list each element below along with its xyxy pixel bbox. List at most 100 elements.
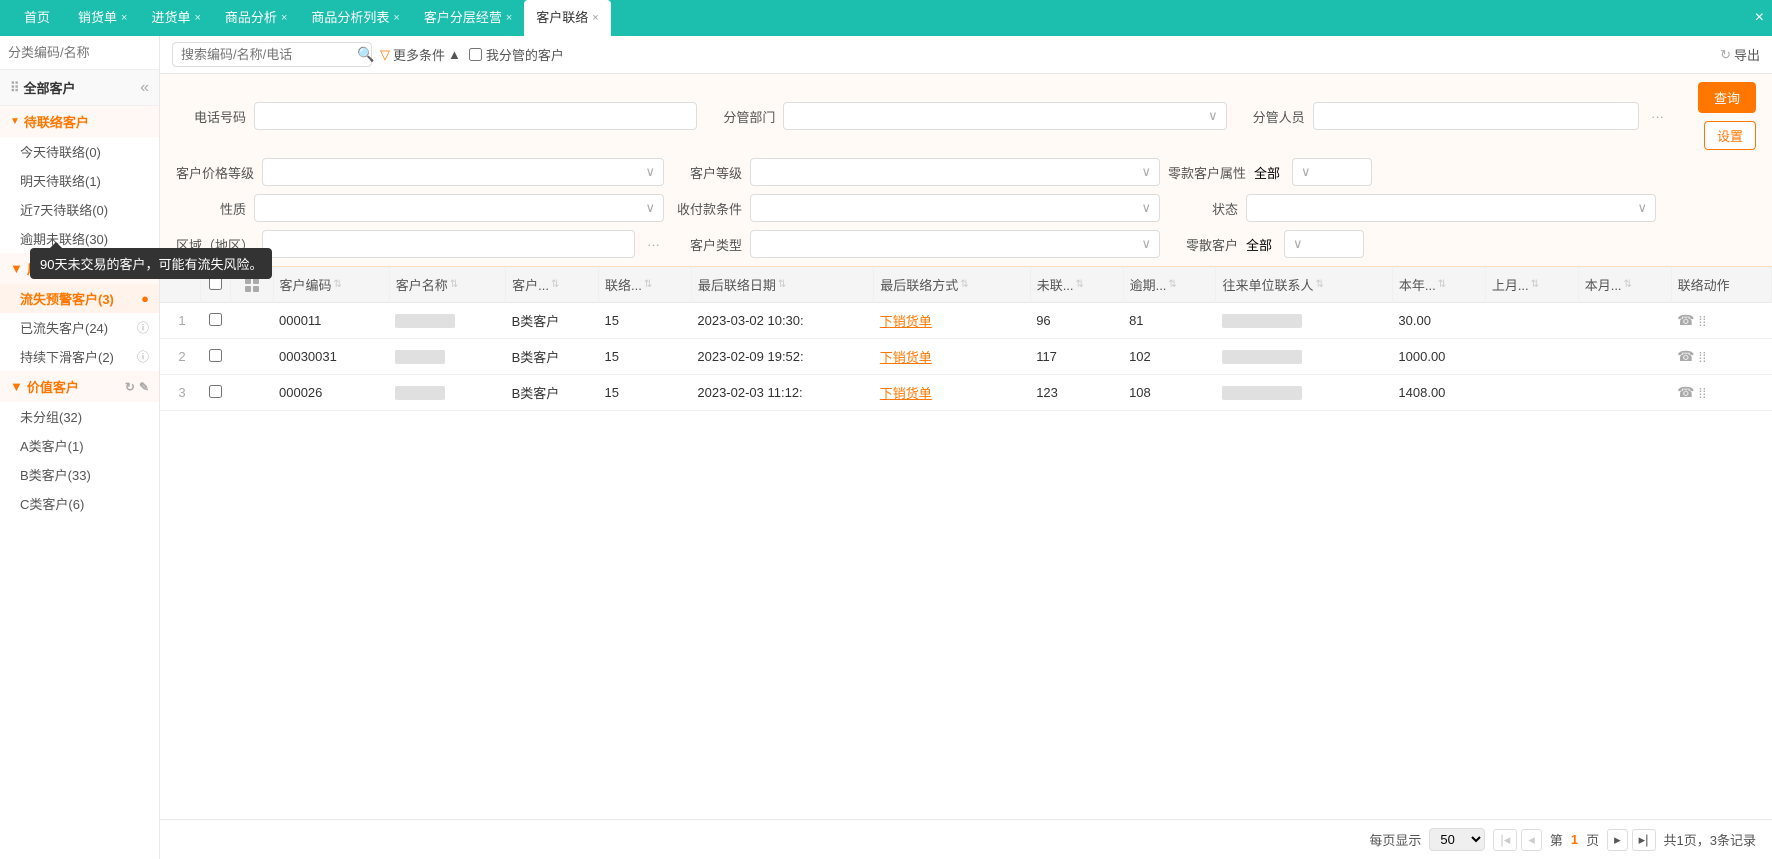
filter-dept-select[interactable]: ∨ [783, 102, 1226, 130]
tab-customer-tier[interactable]: 客户分层经营 × [412, 0, 524, 36]
row2-more-icon[interactable]: ⁞⁞ [1699, 349, 1707, 365]
row3-contact-icon[interactable]: ☎ [1677, 384, 1694, 401]
table-settings-icon[interactable] [245, 278, 259, 292]
th-this-month-sort[interactable]: 本月... ⇅ [1585, 275, 1665, 294]
filter-manager-more[interactable]: ··· [1647, 109, 1668, 124]
tab-purchase-close[interactable]: × [194, 0, 200, 36]
th-unit-contact-sort[interactable]: 往来单位联系人 ⇅ [1222, 275, 1385, 294]
sidebar-item-class-a[interactable]: A类客户(1) [0, 431, 159, 460]
filter-retail-customer-select[interactable]: ∨ [1284, 230, 1364, 258]
sidebar-all-customers-header[interactable]: ⠿ 全部客户 « [0, 70, 159, 106]
filter-nature-select[interactable]: ∨ [254, 194, 664, 222]
search-button-icon[interactable]: 🔍 [357, 46, 374, 63]
my-customers-check[interactable] [469, 48, 482, 61]
footer-last-page[interactable]: ▸| [1632, 829, 1656, 851]
th-contact-sort-icon[interactable]: ⇅ [644, 279, 652, 290]
th-contact-sort[interactable]: 联络... ⇅ [605, 275, 685, 294]
th-overdue-sort[interactable]: 逾期... ⇅ [1130, 275, 1210, 294]
more-conditions-button[interactable]: ▽ 更多条件 ▲ [380, 45, 461, 64]
row3-checkbox[interactable] [209, 385, 222, 398]
tab-product-analysis[interactable]: 商品分析 × [213, 0, 299, 36]
th-type-sort[interactable]: 客户... ⇅ [512, 275, 592, 294]
sidebar-item-tomorrow[interactable]: 明天待联络(1) [0, 166, 159, 195]
filter-price-level-select[interactable]: ∨ [262, 158, 664, 186]
filter-region-select[interactable] [262, 230, 635, 258]
settings-button[interactable]: 设置 [1704, 121, 1756, 150]
th-no-contact-sort-icon[interactable]: ⇅ [1076, 279, 1084, 290]
tab-product-analysis-close[interactable]: × [281, 0, 287, 36]
tab-customer-contact[interactable]: 客户联络 × [524, 0, 610, 36]
th-last-date-sort-icon[interactable]: ⇅ [778, 279, 786, 290]
row2-checkbox[interactable] [209, 349, 222, 362]
th-this-month-sort-icon[interactable]: ⇅ [1624, 279, 1632, 290]
row1-last-method[interactable]: 下销货单 [874, 303, 1030, 339]
sidebar-item-class-b[interactable]: B类客户(33) [0, 460, 159, 489]
tab-customer-tier-close[interactable]: × [506, 0, 512, 36]
footer-first-page[interactable]: |◂ [1493, 829, 1517, 851]
row1-last-method-link[interactable]: 下销货单 [880, 314, 932, 329]
th-no-contact-sort[interactable]: 未联... ⇅ [1037, 275, 1117, 294]
sidebar-search-input[interactable] [8, 45, 160, 60]
sidebar-collapse-icon[interactable]: « [140, 79, 149, 97]
settings-icon-area[interactable] [237, 278, 267, 292]
row1-checkbox[interactable] [209, 313, 222, 326]
th-last-month-sort-icon[interactable]: ⇅ [1531, 279, 1539, 290]
filter-payment-select[interactable]: ∨ [750, 194, 1160, 222]
row3-last-method-link[interactable]: 下销货单 [880, 386, 932, 401]
tab-sales-close[interactable]: × [121, 0, 127, 36]
row3-last-method[interactable]: 下销货单 [874, 375, 1030, 411]
filter-customer-level-select[interactable]: ∨ [750, 158, 1160, 186]
footer-per-page-select[interactable]: 50 100 200 [1429, 828, 1485, 851]
th-code-sort-icon[interactable]: ⇅ [334, 279, 342, 290]
filter-customer-type-select[interactable]: ∨ [750, 230, 1160, 258]
filter-region-more[interactable]: ··· [643, 237, 664, 252]
sidebar-item-today[interactable]: 今天待联络(0) [0, 137, 159, 166]
sidebar-item-class-c[interactable]: C类客户(6) [0, 489, 159, 518]
row1-contact-icon[interactable]: ☎ [1677, 312, 1694, 329]
footer-next-page[interactable]: ▸ [1607, 829, 1628, 851]
th-code-sort[interactable]: 客户编码 ⇅ [280, 275, 383, 294]
th-this-year-sort-icon[interactable]: ⇅ [1438, 279, 1446, 290]
th-name-sort[interactable]: 客户名称 ⇅ [396, 275, 499, 294]
filter-phone-input[interactable] [254, 102, 697, 130]
tab-product-analysis-list[interactable]: 商品分析列表 × [299, 0, 411, 36]
row1-more-icon[interactable]: ⁞⁞ [1699, 313, 1707, 329]
row2-last-method[interactable]: 下销货单 [874, 339, 1030, 375]
tab-customer-contact-close[interactable]: × [592, 0, 598, 36]
export-button[interactable]: ↻ 导出 [1720, 45, 1760, 64]
edit-icon[interactable]: ✎ [139, 380, 149, 394]
th-name-sort-icon[interactable]: ⇅ [450, 279, 458, 290]
tab-product-analysis-list-close[interactable]: × [393, 0, 399, 36]
pending-group-header[interactable]: ▼ 待联络客户 [0, 106, 159, 137]
th-type-sort-icon[interactable]: ⇅ [551, 279, 559, 290]
sidebar-item-ungrouped[interactable]: 未分组(32) [0, 402, 159, 431]
filter-status-select[interactable]: ∨ [1246, 194, 1656, 222]
sidebar-item-risk-warning[interactable]: 流失预警客户(3) ● [0, 284, 159, 313]
tab-sales[interactable]: 销货单 × [66, 0, 139, 36]
query-button[interactable]: 查询 [1698, 82, 1756, 113]
tab-purchase[interactable]: 进货单 × [139, 0, 212, 36]
search-input[interactable] [181, 47, 357, 62]
value-group-header[interactable]: ▼ 价值客户 ↻ ✎ [0, 371, 159, 402]
footer-prev-page[interactable]: ◂ [1521, 829, 1542, 851]
th-last-method-sort[interactable]: 最后联络方式 ⇅ [880, 275, 1023, 294]
th-this-year-sort[interactable]: 本年... ⇅ [1399, 275, 1479, 294]
tab-home[interactable]: 首页 [8, 0, 66, 36]
filter-retail-attr-select[interactable]: ∨ [1292, 158, 1372, 186]
th-overdue-sort-icon[interactable]: ⇅ [1168, 279, 1176, 290]
row3-more-icon[interactable]: ⁞⁞ [1699, 385, 1707, 401]
sidebar-item-declining[interactable]: 持续下滑客户(2) ⓘ [0, 342, 159, 371]
window-close-icon[interactable]: × [1755, 9, 1764, 27]
sidebar-item-lost[interactable]: 已流失客户(24) ⓘ [0, 313, 159, 342]
filter-manager-select[interactable] [1313, 102, 1639, 130]
th-last-date-sort[interactable]: 最后联络日期 ⇅ [698, 275, 867, 294]
th-last-method-sort-icon[interactable]: ⇅ [960, 279, 968, 290]
row2-contact-icon[interactable]: ☎ [1677, 348, 1694, 365]
th-last-month-sort[interactable]: 上月... ⇅ [1492, 275, 1572, 294]
row2-last-method-link[interactable]: 下销货单 [880, 350, 932, 365]
refresh-icon[interactable]: ↻ [125, 380, 135, 394]
my-customers-checkbox[interactable]: 我分管的客户 [469, 45, 564, 64]
sidebar-item-week[interactable]: 近7天待联络(0) [0, 195, 159, 224]
th-action-label: 联络动作 [1678, 278, 1730, 293]
th-unit-contact-sort-icon[interactable]: ⇅ [1315, 279, 1323, 290]
